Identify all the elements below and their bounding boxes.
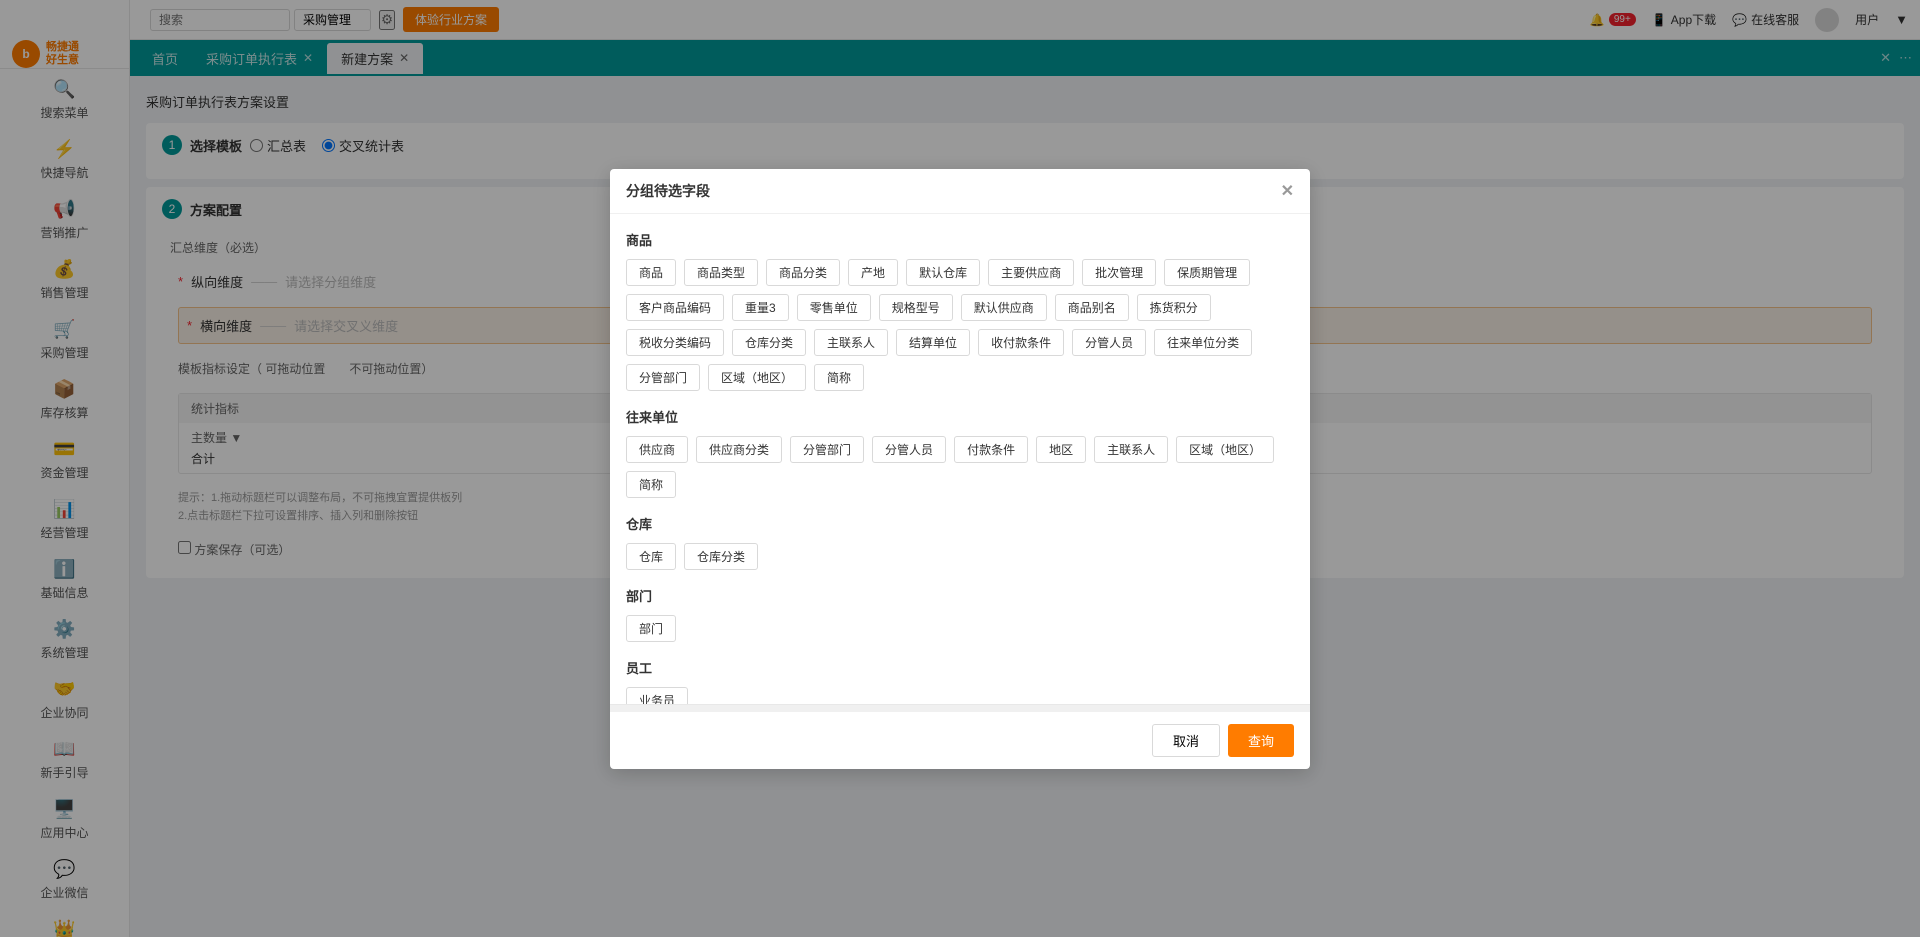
field-tag-item[interactable]: 产地: [848, 259, 898, 286]
field-tag-item[interactable]: 区域（地区）: [1176, 436, 1274, 463]
field-tag-item[interactable]: 部门: [626, 615, 676, 642]
field-tag-item[interactable]: 分管部门: [790, 436, 864, 463]
field-tag-item[interactable]: 付款条件: [954, 436, 1028, 463]
warehouse-fields: 仓库仓库分类: [626, 543, 1294, 570]
modal-title: 分组待选字段: [626, 181, 710, 201]
department-fields: 部门: [626, 615, 1294, 642]
field-tag-item[interactable]: 重量3: [732, 294, 789, 321]
field-tag-item[interactable]: 供应商分类: [696, 436, 782, 463]
field-tag-item[interactable]: 默认供应商: [961, 294, 1047, 321]
warehouse-title: 仓库: [626, 514, 1294, 533]
field-tag-item[interactable]: 仓库: [626, 543, 676, 570]
field-tag-item[interactable]: 地区: [1036, 436, 1086, 463]
field-tag-item[interactable]: 主联系人: [1094, 436, 1168, 463]
field-tag-item[interactable]: 默认仓库: [906, 259, 980, 286]
field-tag-item[interactable]: 结算单位: [896, 329, 970, 356]
goods-fields: 商品商品类型商品分类产地默认仓库主要供应商批次管理保质期管理客户商品编码重量3 零…: [626, 259, 1294, 391]
field-tag-item[interactable]: 分管部门: [626, 364, 700, 391]
field-tag-item[interactable]: 客户商品编码: [626, 294, 724, 321]
field-tag-item[interactable]: 简称: [814, 364, 864, 391]
partner-section: 往来单位 供应商供应商分类分管部门分管人员付款条件地区主联系人区域（地区） 简称: [626, 407, 1294, 498]
modal-footer: 取消 查询: [610, 711, 1310, 769]
field-tag-item[interactable]: 简称: [626, 471, 676, 498]
field-select-modal: 分组待选字段 ✕ 商品 商品商品类型商品分类产地默认仓库主要供应商批次管理保质期…: [610, 169, 1310, 769]
field-tag-item[interactable]: 零售单位: [797, 294, 871, 321]
confirm-btn[interactable]: 查询: [1228, 724, 1294, 757]
field-tag-item[interactable]: 业务员: [626, 687, 688, 705]
partner-fields: 供应商供应商分类分管部门分管人员付款条件地区主联系人区域（地区） 简称: [626, 436, 1294, 498]
field-tag-item[interactable]: 往来单位分类: [1154, 329, 1252, 356]
modal-body: 商品 商品商品类型商品分类产地默认仓库主要供应商批次管理保质期管理客户商品编码重…: [610, 214, 1310, 705]
field-tag-item[interactable]: 仓库分类: [684, 543, 758, 570]
department-title: 部门: [626, 586, 1294, 605]
modal-overlay: 分组待选字段 ✕ 商品 商品商品类型商品分类产地默认仓库主要供应商批次管理保质期…: [0, 0, 1920, 937]
field-tag-item[interactable]: 分管人员: [872, 436, 946, 463]
modal-close-btn[interactable]: ✕: [1281, 181, 1294, 201]
field-tag-item[interactable]: 主要供应商: [988, 259, 1074, 286]
field-tag-item[interactable]: 税收分类编码: [626, 329, 724, 356]
field-tag-item[interactable]: 仓库分类: [732, 329, 806, 356]
employee-fields: 业务员: [626, 687, 1294, 705]
field-tag-item[interactable]: 商品分类: [766, 259, 840, 286]
cancel-btn[interactable]: 取消: [1152, 724, 1220, 757]
goods-section: 商品 商品商品类型商品分类产地默认仓库主要供应商批次管理保质期管理客户商品编码重…: [626, 230, 1294, 391]
field-tag-item[interactable]: 商品别名: [1055, 294, 1129, 321]
field-tag-item[interactable]: 商品: [626, 259, 676, 286]
field-tag-item[interactable]: 规格型号: [879, 294, 953, 321]
goods-title: 商品: [626, 230, 1294, 249]
department-section: 部门 部门: [626, 586, 1294, 642]
field-tag-item[interactable]: 分管人员: [1072, 329, 1146, 356]
field-tag-item[interactable]: 商品类型: [684, 259, 758, 286]
employee-section: 员工 业务员: [626, 658, 1294, 705]
modal-header: 分组待选字段 ✕: [610, 169, 1310, 214]
warehouse-section: 仓库 仓库仓库分类: [626, 514, 1294, 570]
field-tag-item[interactable]: 供应商: [626, 436, 688, 463]
field-tag-item[interactable]: 保质期管理: [1164, 259, 1250, 286]
field-tag-item[interactable]: 拣货积分: [1137, 294, 1211, 321]
field-tag-item[interactable]: 批次管理: [1082, 259, 1156, 286]
field-tag-item[interactable]: 收付款条件: [978, 329, 1064, 356]
field-tag-item[interactable]: 区域（地区）: [708, 364, 806, 391]
partner-title: 往来单位: [626, 407, 1294, 426]
field-tag-item[interactable]: 主联系人: [814, 329, 888, 356]
employee-title: 员工: [626, 658, 1294, 677]
